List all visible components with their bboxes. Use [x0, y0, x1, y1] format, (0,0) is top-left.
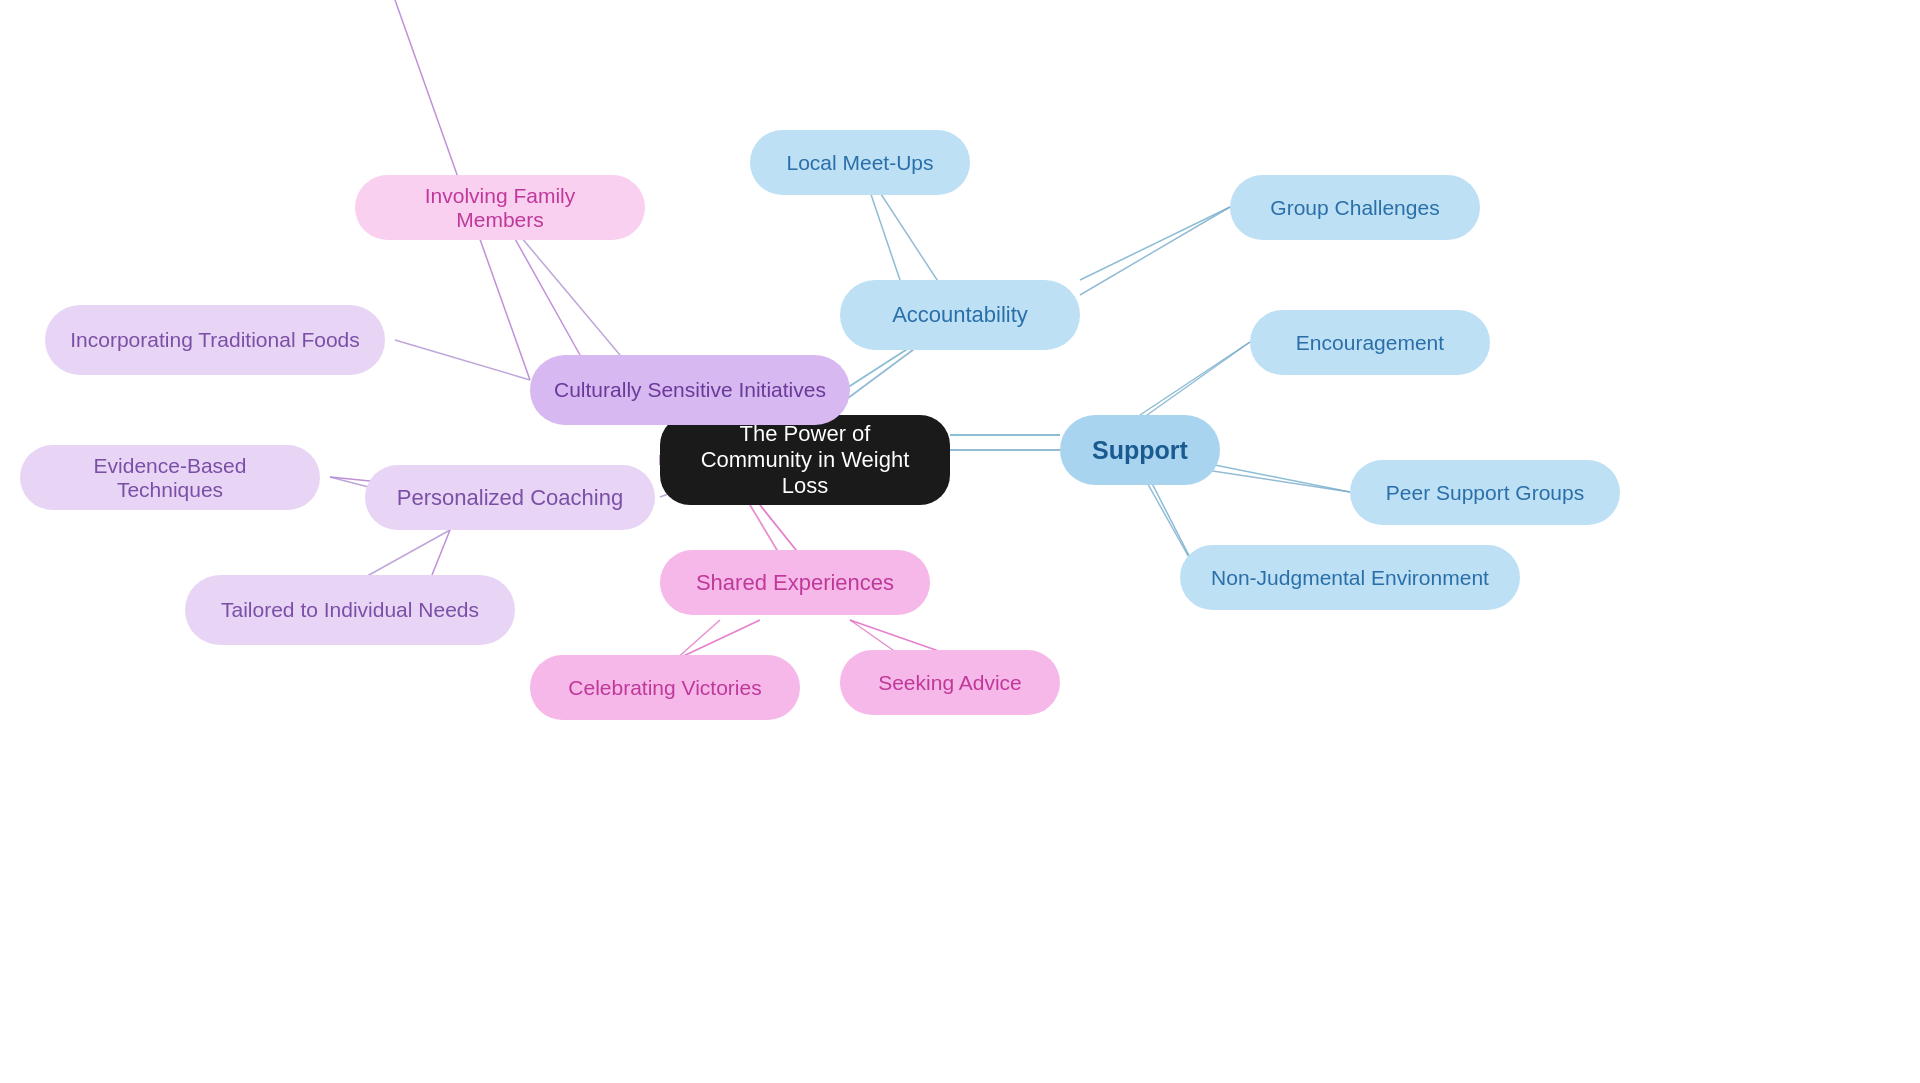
seeking-advice-node: Seeking Advice	[840, 650, 1060, 715]
svg-line-28	[360, 530, 450, 580]
mindmap-container: The Power of Community in Weight Loss Ac…	[0, 0, 1920, 1083]
shared-experiences-node: Shared Experiences	[660, 550, 930, 615]
svg-line-30	[675, 620, 760, 660]
personalized-coaching-node: Personalized Coaching	[365, 465, 655, 530]
non-judgmental-node: Non-Judgmental Environment	[1180, 545, 1520, 610]
incorporating-traditional-node: Incorporating Traditional Foods	[45, 305, 385, 375]
svg-line-12	[430, 530, 450, 580]
culturally-sensitive-node: Culturally Sensitive Initiatives	[530, 355, 850, 425]
accountability-node: Accountability	[840, 280, 1080, 350]
group-challenges-node: Group Challenges	[1230, 175, 1480, 240]
support-node: Support	[1060, 415, 1220, 485]
celebrating-victories-node: Celebrating Victories	[530, 655, 800, 720]
evidence-based-node: Evidence-Based Techniques	[20, 445, 320, 510]
svg-line-14	[675, 620, 720, 660]
involving-family-node: Involving Family Members	[355, 175, 645, 240]
svg-line-13	[750, 505, 780, 555]
encouragement-node: Encouragement	[1250, 310, 1490, 375]
local-meetups-node: Local Meet-Ups	[750, 130, 970, 195]
center-node: The Power of Community in Weight Loss	[660, 415, 950, 505]
svg-line-29	[760, 505, 800, 555]
svg-line-25	[395, 340, 530, 380]
svg-line-3	[1080, 207, 1230, 280]
svg-line-4	[1140, 342, 1250, 415]
tailored-node: Tailored to Individual Needs	[185, 575, 515, 645]
svg-line-20	[1140, 342, 1250, 420]
svg-line-19	[1080, 207, 1230, 295]
peer-support-groups-node: Peer Support Groups	[1350, 460, 1620, 525]
